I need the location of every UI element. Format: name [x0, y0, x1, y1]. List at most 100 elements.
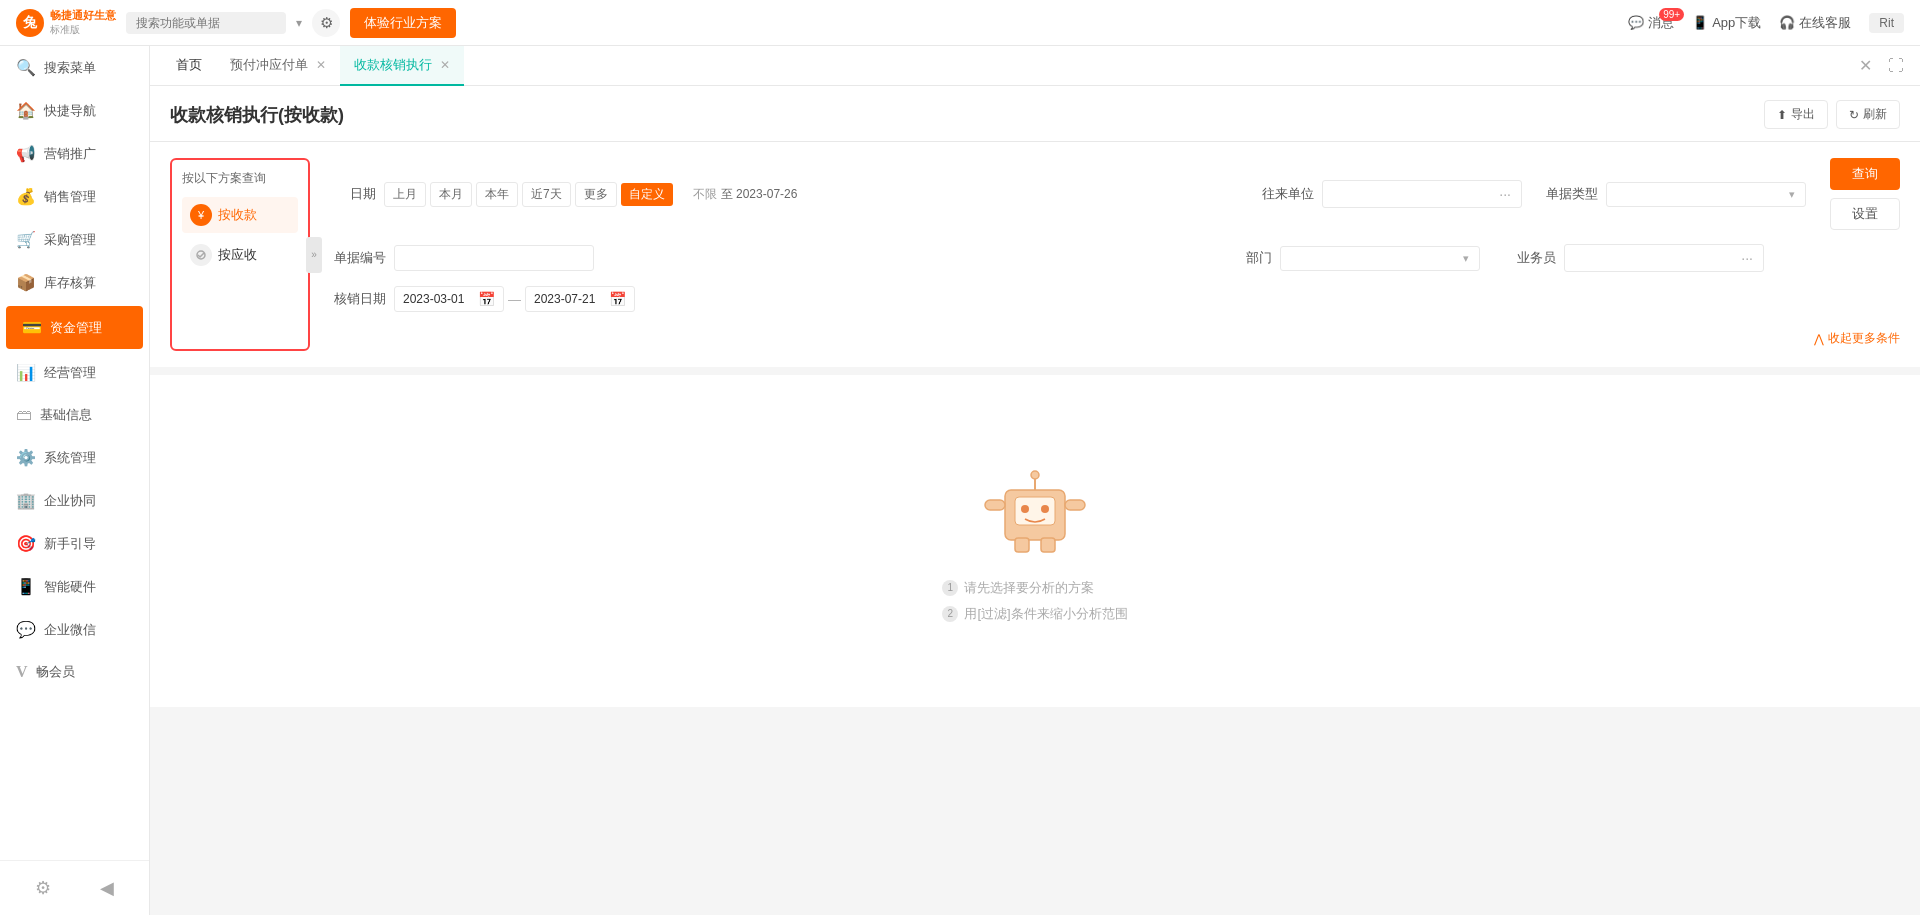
top-search-input[interactable]: [126, 12, 286, 34]
sidebar-item-wechat[interactable]: 💬 企业微信: [0, 608, 149, 651]
sidebar-bottom: ⚙ ◀: [0, 860, 149, 915]
tab-receipt-close-icon[interactable]: ✕: [440, 58, 450, 72]
sidebar-item-system[interactable]: ⚙️ 系统管理: [0, 436, 149, 479]
tab-prepay-close-icon[interactable]: ✕: [316, 58, 326, 72]
verify-date-range: 2023-03-01 📅 — 2023-07-21 📅: [394, 286, 635, 312]
trial-button[interactable]: 体验行业方案: [350, 8, 456, 38]
sidebar-item-enterprise[interactable]: 🏢 企业协同: [0, 479, 149, 522]
sidebar: 🔍 搜索菜单 🏠 快捷导航 📢 营销推广 💰 销售管理 🛒 采购管理 📦 库存核…: [0, 46, 150, 915]
setting-button[interactable]: 设置: [1830, 198, 1900, 230]
date-btn-more[interactable]: 更多: [575, 182, 617, 207]
date-no-limit: 不限: [693, 186, 717, 203]
partner-dots-icon[interactable]: ···: [1499, 186, 1511, 202]
bill-type-arrow-icon[interactable]: ▾: [1789, 188, 1795, 201]
sidebar-item-search[interactable]: 🔍 搜索菜单: [0, 46, 149, 89]
sidebar-collapse-icon[interactable]: ◀: [94, 871, 120, 905]
bill-type-label: 单据类型: [1538, 185, 1598, 203]
vip-icon: V: [16, 663, 28, 681]
svg-rect-7: [985, 500, 1005, 510]
sidebar-item-funds[interactable]: 💳 资金管理: [6, 306, 143, 349]
content-area: 首页 预付冲应付单 ✕ 收款核销执行 ✕ ✕ ⛶ 收款核销执行(按收款): [150, 46, 1920, 915]
user-menu[interactable]: Rit: [1869, 13, 1904, 33]
sidebar-collapse-button[interactable]: »: [306, 237, 322, 273]
filter-actions: 查询 设置: [1830, 158, 1900, 230]
online-service-button[interactable]: 🎧 在线客服: [1779, 14, 1851, 32]
page-content: 收款核销执行(按收款) ⬆ 导出 ↻ 刷新 按以下方案查询: [150, 86, 1920, 915]
sidebar-item-sales[interactable]: 💰 销售管理: [0, 175, 149, 218]
box-icon: 📦: [16, 273, 36, 292]
date-btn-this-month[interactable]: 本月: [430, 182, 472, 207]
tab-bar: 首页 预付冲应付单 ✕ 收款核销执行 ✕ ✕ ⛶: [150, 46, 1920, 86]
sidebar-item-basic-info[interactable]: 🗃 基础信息: [0, 394, 149, 436]
search-button[interactable]: 查询: [1830, 158, 1900, 190]
filter-option-by-receipt[interactable]: ¥ 按收款: [182, 197, 298, 233]
headset-icon: 🎧: [1779, 15, 1795, 30]
date-btn-7days[interactable]: 近7天: [522, 182, 571, 207]
svg-rect-9: [1015, 538, 1029, 552]
refresh-icon: ↻: [1849, 108, 1859, 122]
bill-type-select[interactable]: ▾: [1606, 182, 1806, 207]
app-download-button[interactable]: 📱 App下载: [1692, 14, 1761, 32]
empty-tips: 1 请先选择要分析的方案 2 用[过滤]条件来缩小分析范围: [942, 575, 1127, 627]
empty-state: 1 请先选择要分析的方案 2 用[过滤]条件来缩小分析范围: [150, 375, 1920, 707]
collapse-more-button[interactable]: ⋀ 收起更多条件: [326, 326, 1900, 351]
brand-text: 畅捷通好生意 标准版: [50, 8, 116, 37]
app-icon: 📱: [1692, 15, 1708, 30]
filter-panel: 按以下方案查询 ¥ 按收款 按应收 »: [150, 142, 1920, 367]
tab-bar-right: ✕ ⛶: [1855, 52, 1908, 79]
calendar-start-icon[interactable]: 📅: [478, 291, 495, 307]
device-icon: 📱: [16, 577, 36, 596]
date-btn-last-month[interactable]: 上月: [384, 182, 426, 207]
dropdown-arrow-icon[interactable]: ▾: [296, 16, 302, 30]
billno-input[interactable]: [394, 245, 594, 271]
tab-receipt-offset[interactable]: 收款核销执行 ✕: [340, 46, 464, 86]
tab-close-all-icon[interactable]: ✕: [1855, 52, 1876, 79]
partner-select[interactable]: ···: [1322, 180, 1522, 208]
empty-tip-row-1: 1 请先选择要分析的方案: [942, 575, 1127, 601]
filter-dept-field: 部门 ▾: [1212, 246, 1480, 271]
tip-number-2: 2: [942, 606, 958, 622]
staff-dots-icon[interactable]: ···: [1741, 250, 1753, 266]
sidebar-item-purchase[interactable]: 🛒 采购管理: [0, 218, 149, 261]
staff-select[interactable]: ···: [1564, 244, 1764, 272]
svg-rect-10: [1041, 538, 1055, 552]
filter-main: 日期 上月 本月 本年 近7天 更多 自定义 不限: [326, 158, 1900, 351]
tab-home[interactable]: 首页: [162, 46, 216, 86]
sidebar-settings-icon[interactable]: ⚙: [29, 871, 57, 905]
filter-option-by-receivable[interactable]: 按应收: [182, 237, 298, 273]
filter-sidebar-title: 按以下方案查询: [182, 170, 298, 187]
brand-logo: 兔: [16, 9, 44, 37]
date-btn-custom[interactable]: 自定义: [621, 183, 673, 206]
tab-maximize-icon[interactable]: ⛶: [1884, 53, 1908, 79]
sidebar-item-marketing[interactable]: 📢 营销推广: [0, 132, 149, 175]
verify-date-start-input[interactable]: 2023-03-01 📅: [394, 286, 504, 312]
sidebar-item-inventory[interactable]: 📦 库存核算: [0, 261, 149, 304]
export-icon: ⬆: [1777, 108, 1787, 122]
verify-date-label: 核销日期: [326, 290, 386, 308]
partner-label: 往来单位: [1254, 185, 1314, 203]
sidebar-item-operations[interactable]: 📊 经营管理: [0, 351, 149, 394]
megaphone-icon: 📢: [16, 144, 36, 163]
chart-icon: 📊: [16, 363, 36, 382]
dept-select[interactable]: ▾: [1280, 246, 1480, 271]
sidebar-item-hardware[interactable]: 📱 智能硬件: [0, 565, 149, 608]
top-bar-left: 兔 畅捷通好生意 标准版 ▾ ⚙ 体验行业方案: [16, 8, 456, 38]
svg-rect-2: [1015, 497, 1055, 525]
sidebar-item-quick-nav[interactable]: 🏠 快捷导航: [0, 89, 149, 132]
sidebar-item-guide[interactable]: 🎯 新手引导: [0, 522, 149, 565]
receipt-option-icon: ¥: [190, 204, 212, 226]
sidebar-item-member[interactable]: V 畅会员: [0, 651, 149, 693]
message-button[interactable]: 💬 消息 99+: [1628, 14, 1674, 32]
brand: 兔 畅捷通好生意 标准版: [16, 8, 116, 37]
page-header: 收款核销执行(按收款) ⬆ 导出 ↻ 刷新: [150, 86, 1920, 142]
calendar-end-icon[interactable]: 📅: [609, 291, 626, 307]
page-header-actions: ⬆ 导出 ↻ 刷新: [1764, 100, 1900, 141]
dept-arrow-icon[interactable]: ▾: [1463, 252, 1469, 265]
date-btn-this-year[interactable]: 本年: [476, 182, 518, 207]
refresh-button[interactable]: ↻ 刷新: [1836, 100, 1900, 129]
export-button[interactable]: ⬆ 导出: [1764, 100, 1828, 129]
gear-icon: ⚙️: [16, 448, 36, 467]
settings-gear-icon[interactable]: ⚙: [312, 9, 340, 37]
verify-date-end-input[interactable]: 2023-07-21 📅: [525, 286, 635, 312]
tab-prepay[interactable]: 预付冲应付单 ✕: [216, 46, 340, 86]
